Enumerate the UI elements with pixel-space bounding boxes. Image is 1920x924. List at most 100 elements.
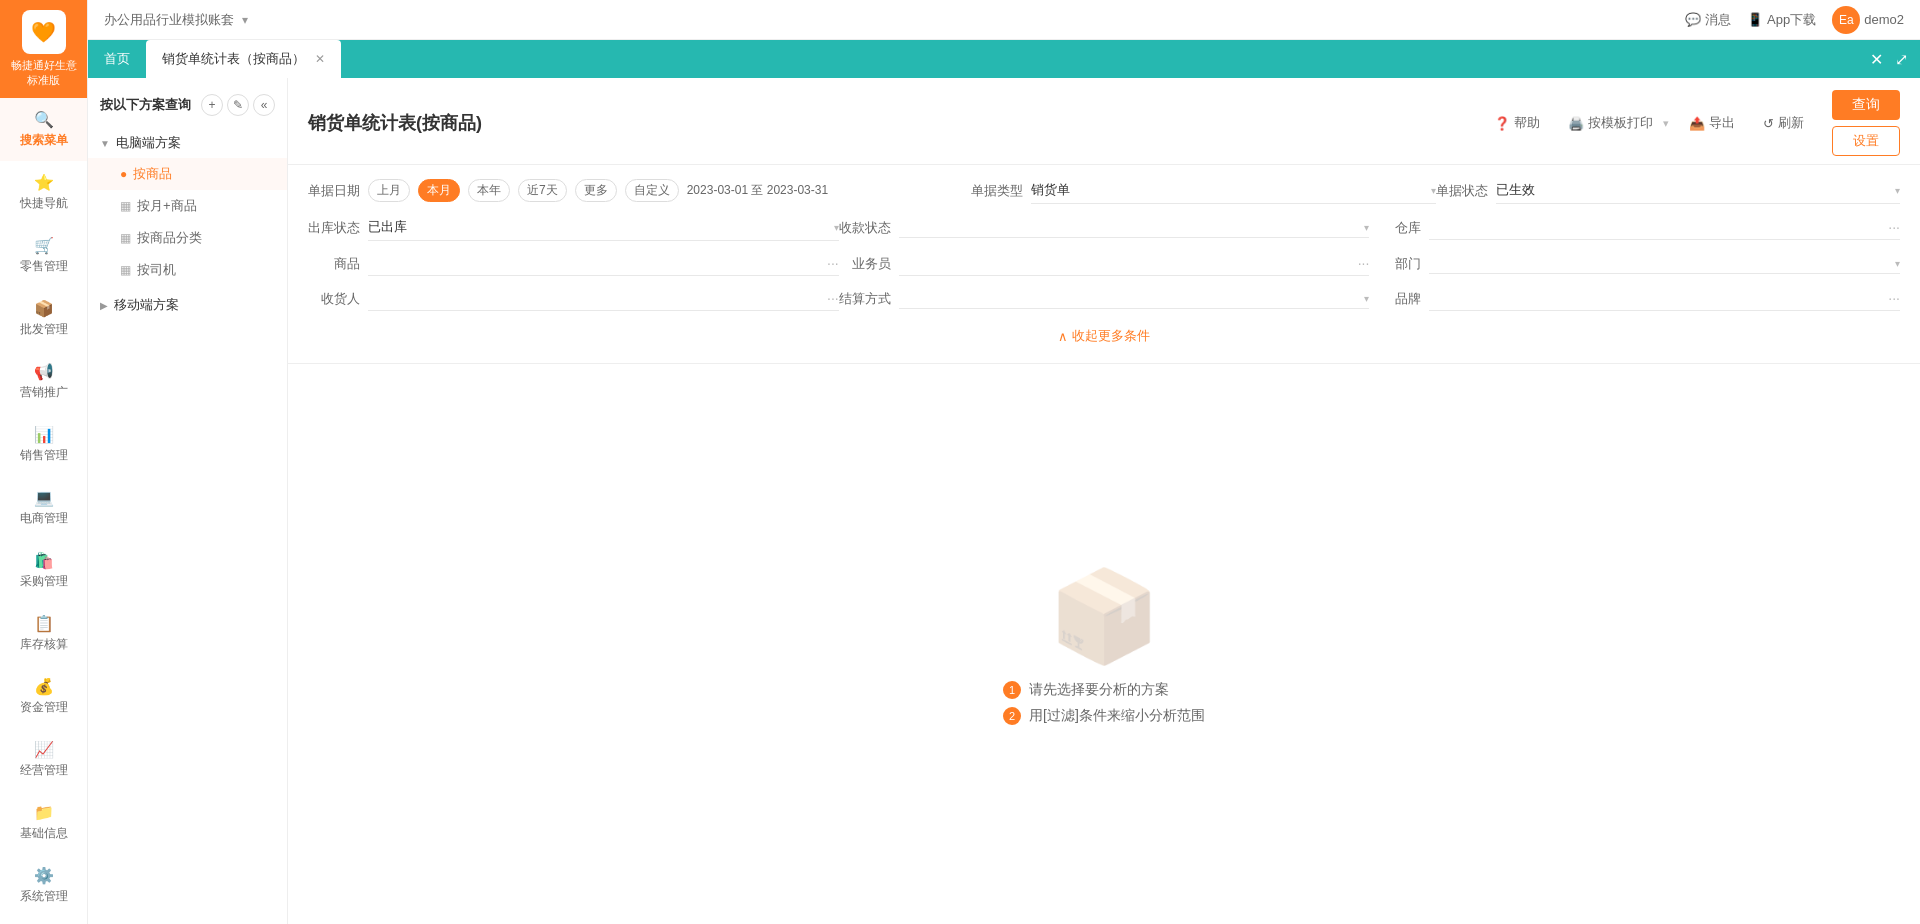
date-btn-last-month[interactable]: 上月 (368, 179, 410, 202)
salesperson-label: 业务员 (839, 255, 899, 273)
doc-status-select[interactable]: 已生效 ▾ (1496, 177, 1900, 204)
mobile-section-header[interactable]: ▶ 移动端方案 (88, 290, 287, 320)
brand-dots-icon[interactable]: ··· (1888, 290, 1900, 306)
radio-icon: ● (120, 167, 127, 181)
topbar-title: 办公用品行业模拟账套 (104, 11, 234, 29)
sidebar-item-finance[interactable]: 💰 资金管理 (0, 665, 87, 728)
ecommerce-icon: 💻 (34, 488, 54, 507)
out-status-select[interactable]: 已出库 ▾ (368, 214, 839, 241)
sidebar-item-basic[interactable]: 📁 基础信息 (0, 791, 87, 854)
tab-close-window-btn[interactable]: ✕ (1866, 46, 1887, 73)
scheme-by-goods[interactable]: ● 按商品 (88, 158, 287, 190)
sidebar-item-operation[interactable]: 📈 经营管理 (0, 728, 87, 791)
sidebar-item-sales[interactable]: 📊 销售管理 (0, 413, 87, 476)
filter-receipt-status: 收款状态 ▾ (839, 218, 1370, 238)
salesperson-select[interactable]: ··· (899, 251, 1370, 276)
filter-payment: 结算方式 ▾ (839, 289, 1370, 309)
print-btn-group: 🖨️ 按模板打印 ▾ (1560, 110, 1669, 136)
print-btn[interactable]: 🖨️ 按模板打印 (1560, 110, 1661, 136)
app-download-label: App下载 (1767, 11, 1816, 29)
sidebar-item-search[interactable]: 🔍 搜索菜单 (0, 98, 87, 161)
sidebar-item-label: 零售管理 (20, 258, 68, 275)
step-2-num: 2 (1003, 707, 1021, 725)
filter-brand: 品牌 ··· (1369, 286, 1900, 311)
date-btn-this-year[interactable]: 本年 (468, 179, 510, 202)
sidebar-item-marketing[interactable]: 📢 营销推广 (0, 350, 87, 413)
collapse-more-btn[interactable]: ∧ 收起更多条件 (308, 321, 1900, 351)
goods-select[interactable]: ··· (368, 251, 839, 276)
receiver-label: 收货人 (308, 290, 368, 308)
user-profile[interactable]: Ea demo2 (1832, 6, 1904, 34)
print-label: 按模板打印 (1588, 114, 1653, 132)
dept-select[interactable]: ▾ (1429, 254, 1900, 274)
doc-type-label: 单据类型 (971, 182, 1031, 200)
logo-icon: 🧡 (22, 10, 66, 54)
settings-btn[interactable]: 设置 (1832, 126, 1900, 156)
avatar: Ea (1832, 6, 1860, 34)
print-dropdown-icon[interactable]: ▾ (1663, 117, 1669, 130)
date-btn-this-month[interactable]: 本月 (418, 179, 460, 202)
sidebar-item-enterprise[interactable]: 🤝 企业协同 (0, 917, 87, 924)
date-btn-custom[interactable]: 自定义 (625, 179, 679, 202)
goods-dots-icon[interactable]: ··· (827, 255, 839, 271)
sidebar-item-system[interactable]: ⚙️ 系统管理 (0, 854, 87, 917)
warehouse-dots-icon[interactable]: ··· (1888, 219, 1900, 235)
help-label: 帮助 (1514, 114, 1540, 132)
export-icon: 📤 (1689, 116, 1705, 131)
date-btn-more[interactable]: 更多 (575, 179, 617, 202)
payment-select[interactable]: ▾ (899, 289, 1370, 309)
receiver-dots-icon[interactable]: ··· (827, 290, 839, 306)
scheme-label: 按商品 (133, 165, 172, 183)
collapse-panel-btn[interactable]: « (253, 94, 275, 116)
operation-icon: 📈 (34, 740, 54, 759)
help-btn[interactable]: ❓ 帮助 (1486, 110, 1548, 136)
refresh-btn[interactable]: ↺ 刷新 (1755, 110, 1812, 136)
sidebar-item-wholesale[interactable]: 📦 批发管理 (0, 287, 87, 350)
retail-icon: 🛒 (34, 236, 54, 255)
edit-scheme-btn[interactable]: ✎ (227, 94, 249, 116)
date-btn-last-7-days[interactable]: 近7天 (518, 179, 567, 202)
sidebar-item-inventory[interactable]: 📋 库存核算 (0, 602, 87, 665)
download-icon: 📱 (1747, 12, 1763, 27)
sidebar-item-ecommerce[interactable]: 💻 电商管理 (0, 476, 87, 539)
left-panel: 按以下方案查询 + ✎ « ▼ 电脑端方案 ● 按商品 ▦ 按月 (88, 78, 288, 924)
scheme-by-printer[interactable]: ▦ 按司机 (88, 254, 287, 286)
tab-sales-stat[interactable]: 销货单统计表（按商品） ✕ (146, 40, 341, 78)
app-download-btn[interactable]: 📱 App下载 (1747, 11, 1816, 29)
date-label: 单据日期 (308, 182, 368, 200)
receiver-select[interactable]: ··· (368, 286, 839, 311)
warehouse-select[interactable]: ··· (1429, 215, 1900, 240)
salesperson-dots-icon[interactable]: ··· (1358, 255, 1370, 271)
pc-section: ▼ 电脑端方案 ● 按商品 ▦ 按月+商品 ▦ 按商品分类 ▦ 按司机 (88, 128, 287, 286)
topbar-dropdown-icon[interactable]: ▾ (242, 13, 248, 27)
scheme-by-month-goods[interactable]: ▦ 按月+商品 (88, 190, 287, 222)
scheme-label: 按司机 (137, 261, 176, 279)
date-filter-group: 上月 本月 本年 近7天 更多 自定义 2023-03-01 至 2023-03… (368, 179, 971, 202)
tab-home[interactable]: 首页 (88, 40, 146, 78)
wholesale-icon: 📦 (34, 299, 54, 318)
add-scheme-btn[interactable]: + (201, 94, 223, 116)
doc-type-select[interactable]: 销货单 ▾ (1031, 177, 1435, 204)
sidebar-item-retail[interactable]: 🛒 零售管理 (0, 224, 87, 287)
brand-select[interactable]: ··· (1429, 286, 1900, 311)
message-btn[interactable]: 💬 消息 (1685, 11, 1731, 29)
sidebar-item-purchase[interactable]: 🛍️ 采购管理 (0, 539, 87, 602)
finance-icon: 💰 (34, 677, 54, 696)
export-btn[interactable]: 📤 导出 (1681, 110, 1743, 136)
receipt-status-select[interactable]: ▾ (899, 218, 1370, 238)
logo-sub: 标准版 (27, 73, 60, 88)
chevron-right-icon: ▶ (100, 300, 108, 311)
tab-close-icon[interactable]: ✕ (315, 52, 325, 66)
scheme-label: 按月+商品 (137, 197, 197, 215)
filter-date: 单据日期 上月 本月 本年 近7天 更多 自定义 2023-03-01 至 20… (308, 179, 971, 202)
app-logo[interactable]: 🧡 畅捷通好生意 标准版 (0, 0, 87, 98)
pc-section-header[interactable]: ▼ 电脑端方案 (88, 128, 287, 158)
sidebar-item-label: 资金管理 (20, 699, 68, 716)
left-panel-header: 按以下方案查询 + ✎ « (88, 86, 287, 124)
filter-row-2: 出库状态 已出库 ▾ 收款状态 ▾ 仓库 (308, 214, 1900, 241)
sidebar-item-quick-nav[interactable]: ⭐ 快捷导航 (0, 161, 87, 224)
tab-maximize-btn[interactable]: ⤢ (1891, 46, 1912, 73)
star-icon: ⭐ (34, 173, 54, 192)
scheme-by-goods-category[interactable]: ▦ 按商品分类 (88, 222, 287, 254)
query-btn[interactable]: 查询 (1832, 90, 1900, 120)
